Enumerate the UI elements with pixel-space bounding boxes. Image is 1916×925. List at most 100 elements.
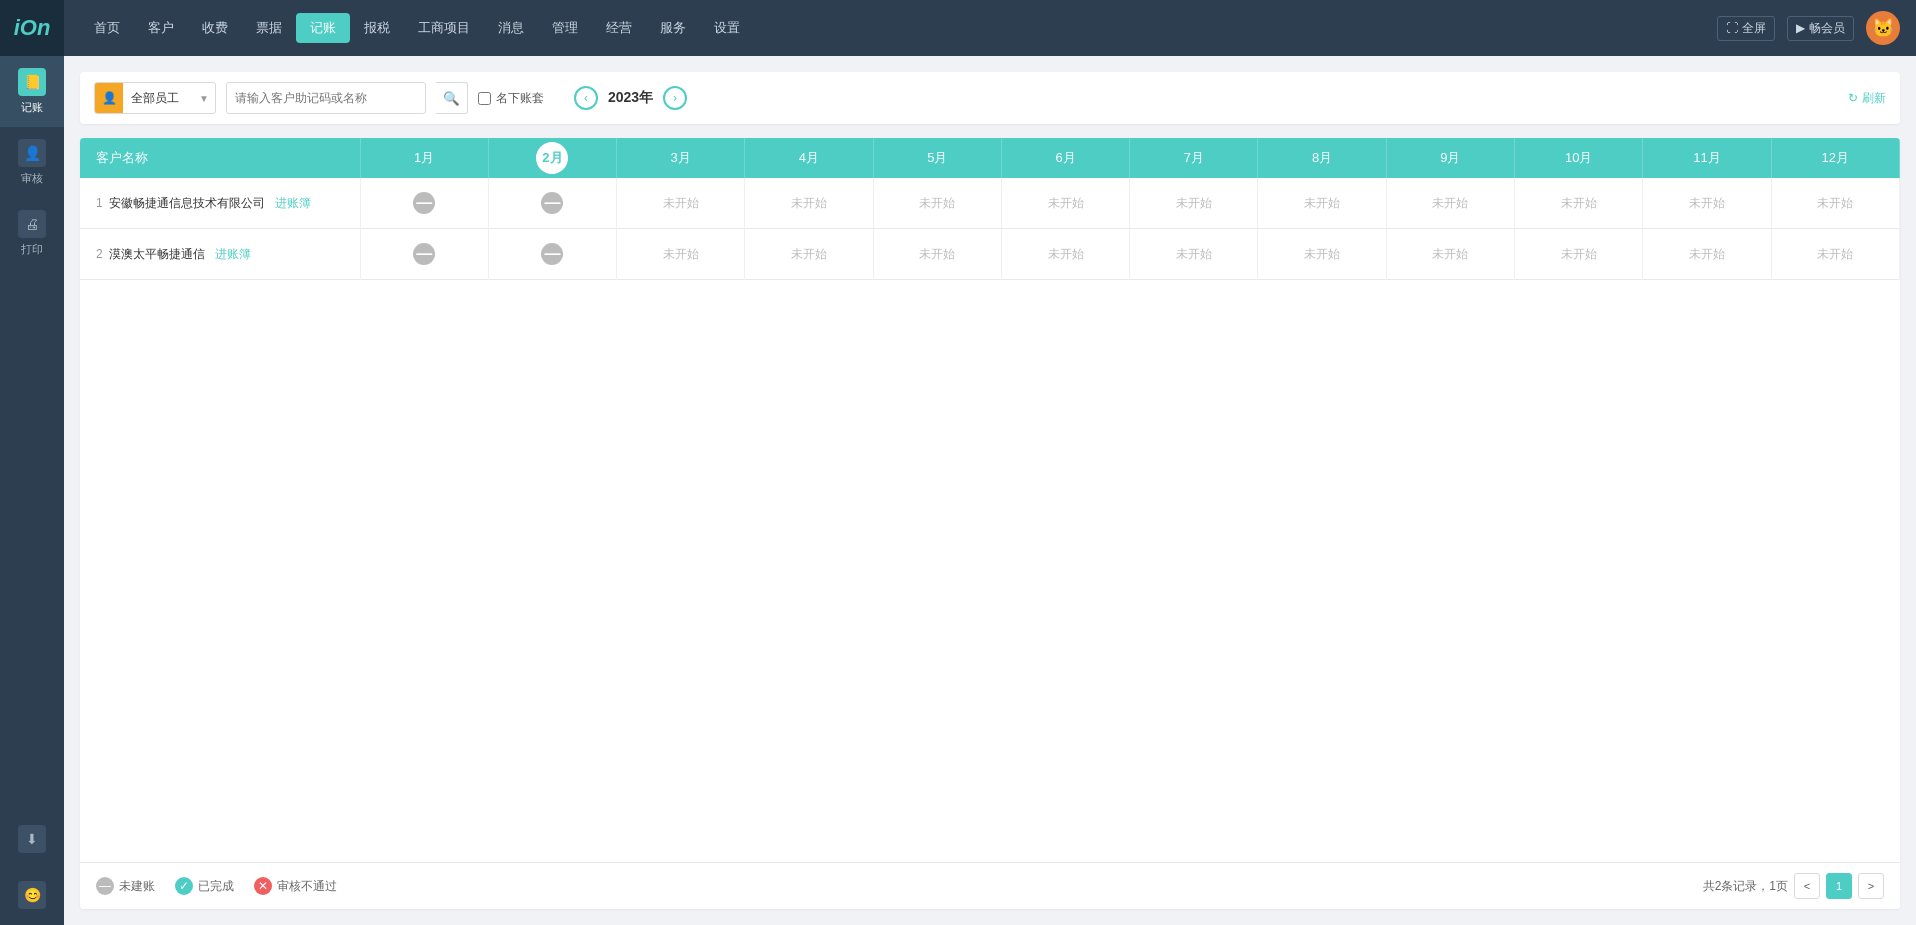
status-not-started: 未开始: [1176, 247, 1212, 261]
cell-month-8: 未开始: [1258, 229, 1386, 280]
cell-month-1: —: [360, 229, 488, 280]
nav-fuwu[interactable]: 服务: [646, 13, 700, 43]
cell-month-5: 未开始: [873, 178, 1001, 229]
chevron-down-icon: ▼: [193, 93, 215, 104]
cell-month-6: 未开始: [1001, 229, 1129, 280]
legend-red-icon: ✕: [254, 877, 272, 895]
nav-baoshui[interactable]: 报税: [350, 13, 404, 43]
sidebar-bottom: ⬇ 😊: [0, 813, 64, 925]
toolbar: 👤 全部员工 ▼ 🔍 名下账套 ‹ 2023年 ›: [80, 72, 1900, 124]
employee-select[interactable]: 👤 全部员工 ▼: [94, 82, 216, 114]
status-not-started: 未开始: [1432, 247, 1468, 261]
help-icon: 😊: [18, 881, 46, 909]
sidebar-item-label: 记账: [21, 100, 43, 115]
refresh-button[interactable]: ↻ 刷新: [1848, 90, 1886, 107]
chevron-left-icon: ‹: [584, 91, 588, 105]
vip-button[interactable]: ▶ 畅会员: [1787, 16, 1854, 41]
nav-shezhi[interactable]: 设置: [700, 13, 754, 43]
main-area: 首页 客户 收费 票据 记账 报税 工商项目 消息 管理 经营 服务 设置 ⛶ …: [64, 0, 1916, 925]
table-header-row: 客户名称 1月 2月 3月 4月 5月 6月 7月 8月 9月: [80, 138, 1900, 178]
search-icon: 🔍: [443, 91, 460, 106]
pagination: 共2条记录，1页 < 1 >: [1703, 873, 1884, 899]
col-customer-name: 客户名称: [80, 138, 360, 178]
nav-shoufei[interactable]: 收费: [188, 13, 242, 43]
col-m8: 8月: [1258, 138, 1386, 178]
cell-month-1: —: [360, 178, 488, 229]
year-display: 2023年: [608, 89, 653, 107]
col-m5: 5月: [873, 138, 1001, 178]
prev-page-button[interactable]: <: [1794, 873, 1820, 899]
prev-year-button[interactable]: ‹: [574, 86, 598, 110]
enter-ledger-link[interactable]: 进账簿: [275, 196, 311, 210]
status-not-started: 未开始: [1304, 247, 1340, 261]
cell-month-2: —: [488, 229, 616, 280]
status-not-started: 未开始: [1817, 247, 1853, 261]
sidebar-item-jizhang[interactable]: 📒 记账: [0, 56, 64, 127]
col-m12: 12月: [1771, 138, 1899, 178]
status-not-started: 未开始: [663, 247, 699, 261]
next-year-button[interactable]: ›: [663, 86, 687, 110]
cell-month-12: 未开始: [1771, 178, 1899, 229]
status-not-started: 未开始: [1689, 247, 1725, 261]
checkbox-label: 名下账套: [496, 90, 544, 107]
cell-month-5: 未开始: [873, 229, 1001, 280]
sidebar-item-help[interactable]: 😊: [0, 869, 64, 925]
nav-piaoju[interactable]: 票据: [242, 13, 296, 43]
nav-guanli[interactable]: 管理: [538, 13, 592, 43]
next-page-button[interactable]: >: [1858, 873, 1884, 899]
customer-name: 漠澳太平畅捷通信: [109, 247, 205, 261]
sidebar-logo[interactable]: iOn: [0, 0, 64, 56]
fullscreen-button[interactable]: ⛶ 全屏: [1717, 16, 1775, 41]
col-m6: 6月: [1001, 138, 1129, 178]
active-month-badge: 2月: [536, 142, 568, 174]
chevron-right-icon: ›: [673, 91, 677, 105]
status-not-started: 未开始: [663, 196, 699, 210]
cell-month-3: 未开始: [617, 178, 745, 229]
nav-jizhang[interactable]: 记账: [296, 13, 350, 43]
status-dash-icon: —: [413, 192, 435, 214]
accounts-table: 客户名称 1月 2月 3月 4月 5月 6月 7月 8月 9月: [80, 138, 1900, 280]
row-index: 1: [96, 196, 103, 210]
cell-month-3: 未开始: [617, 229, 745, 280]
nav-customer[interactable]: 客户: [134, 13, 188, 43]
cell-month-9: 未开始: [1386, 229, 1514, 280]
nav-jingying[interactable]: 经营: [592, 13, 646, 43]
status-not-started: 未开始: [919, 247, 955, 261]
cell-month-10: 未开始: [1515, 178, 1643, 229]
checkbox-input[interactable]: [478, 92, 491, 105]
status-not-started: 未开始: [1561, 196, 1597, 210]
sidebar-item-label: 打印: [21, 242, 43, 257]
accounts-table-container: 客户名称 1月 2月 3月 4月 5月 6月 7月 8月 9月: [80, 138, 1900, 909]
legend-gray-icon: —: [96, 877, 114, 895]
refresh-label: 刷新: [1862, 90, 1886, 107]
search-button[interactable]: 🔍: [436, 82, 468, 114]
avatar[interactable]: 🐱: [1866, 11, 1900, 45]
legend-not-built-label: 未建账: [119, 878, 155, 895]
col-m7: 7月: [1130, 138, 1258, 178]
sidebar-item-download[interactable]: ⬇: [0, 813, 64, 869]
legend-teal-icon: ✓: [175, 877, 193, 895]
my-accounts-checkbox[interactable]: 名下账套: [478, 90, 544, 107]
row-index: 2: [96, 247, 103, 261]
col-m2: 2月: [488, 138, 616, 178]
nav-gongshang[interactable]: 工商项目: [404, 13, 484, 43]
sidebar-item-label: 审核: [21, 171, 43, 186]
shenhe-icon: 👤: [18, 139, 46, 167]
col-m3: 3月: [617, 138, 745, 178]
status-dash-icon: —: [413, 243, 435, 265]
status-not-started: 未开始: [1817, 196, 1853, 210]
enter-ledger-link[interactable]: 进账簿: [215, 247, 251, 261]
current-page-button[interactable]: 1: [1826, 873, 1852, 899]
sidebar-item-shenhe[interactable]: 👤 审核: [0, 127, 64, 198]
nav-home[interactable]: 首页: [80, 13, 134, 43]
status-not-started: 未开始: [1048, 247, 1084, 261]
sidebar-item-dayin[interactable]: 🖨 打印: [0, 198, 64, 269]
employee-select-value: 全部员工: [123, 90, 193, 107]
nav-xiaoxi[interactable]: 消息: [484, 13, 538, 43]
sidebar: iOn 📒 记账 👤 审核 🖨 打印 ⬇ 😊: [0, 0, 64, 925]
vip-label: 畅会员: [1809, 20, 1845, 37]
topnav: 首页 客户 收费 票据 记账 报税 工商项目 消息 管理 经营 服务 设置 ⛶ …: [64, 0, 1916, 56]
search-input[interactable]: [226, 82, 426, 114]
col-m11: 11月: [1643, 138, 1771, 178]
legend-rejected: ✕ 审核不通过: [254, 877, 337, 895]
